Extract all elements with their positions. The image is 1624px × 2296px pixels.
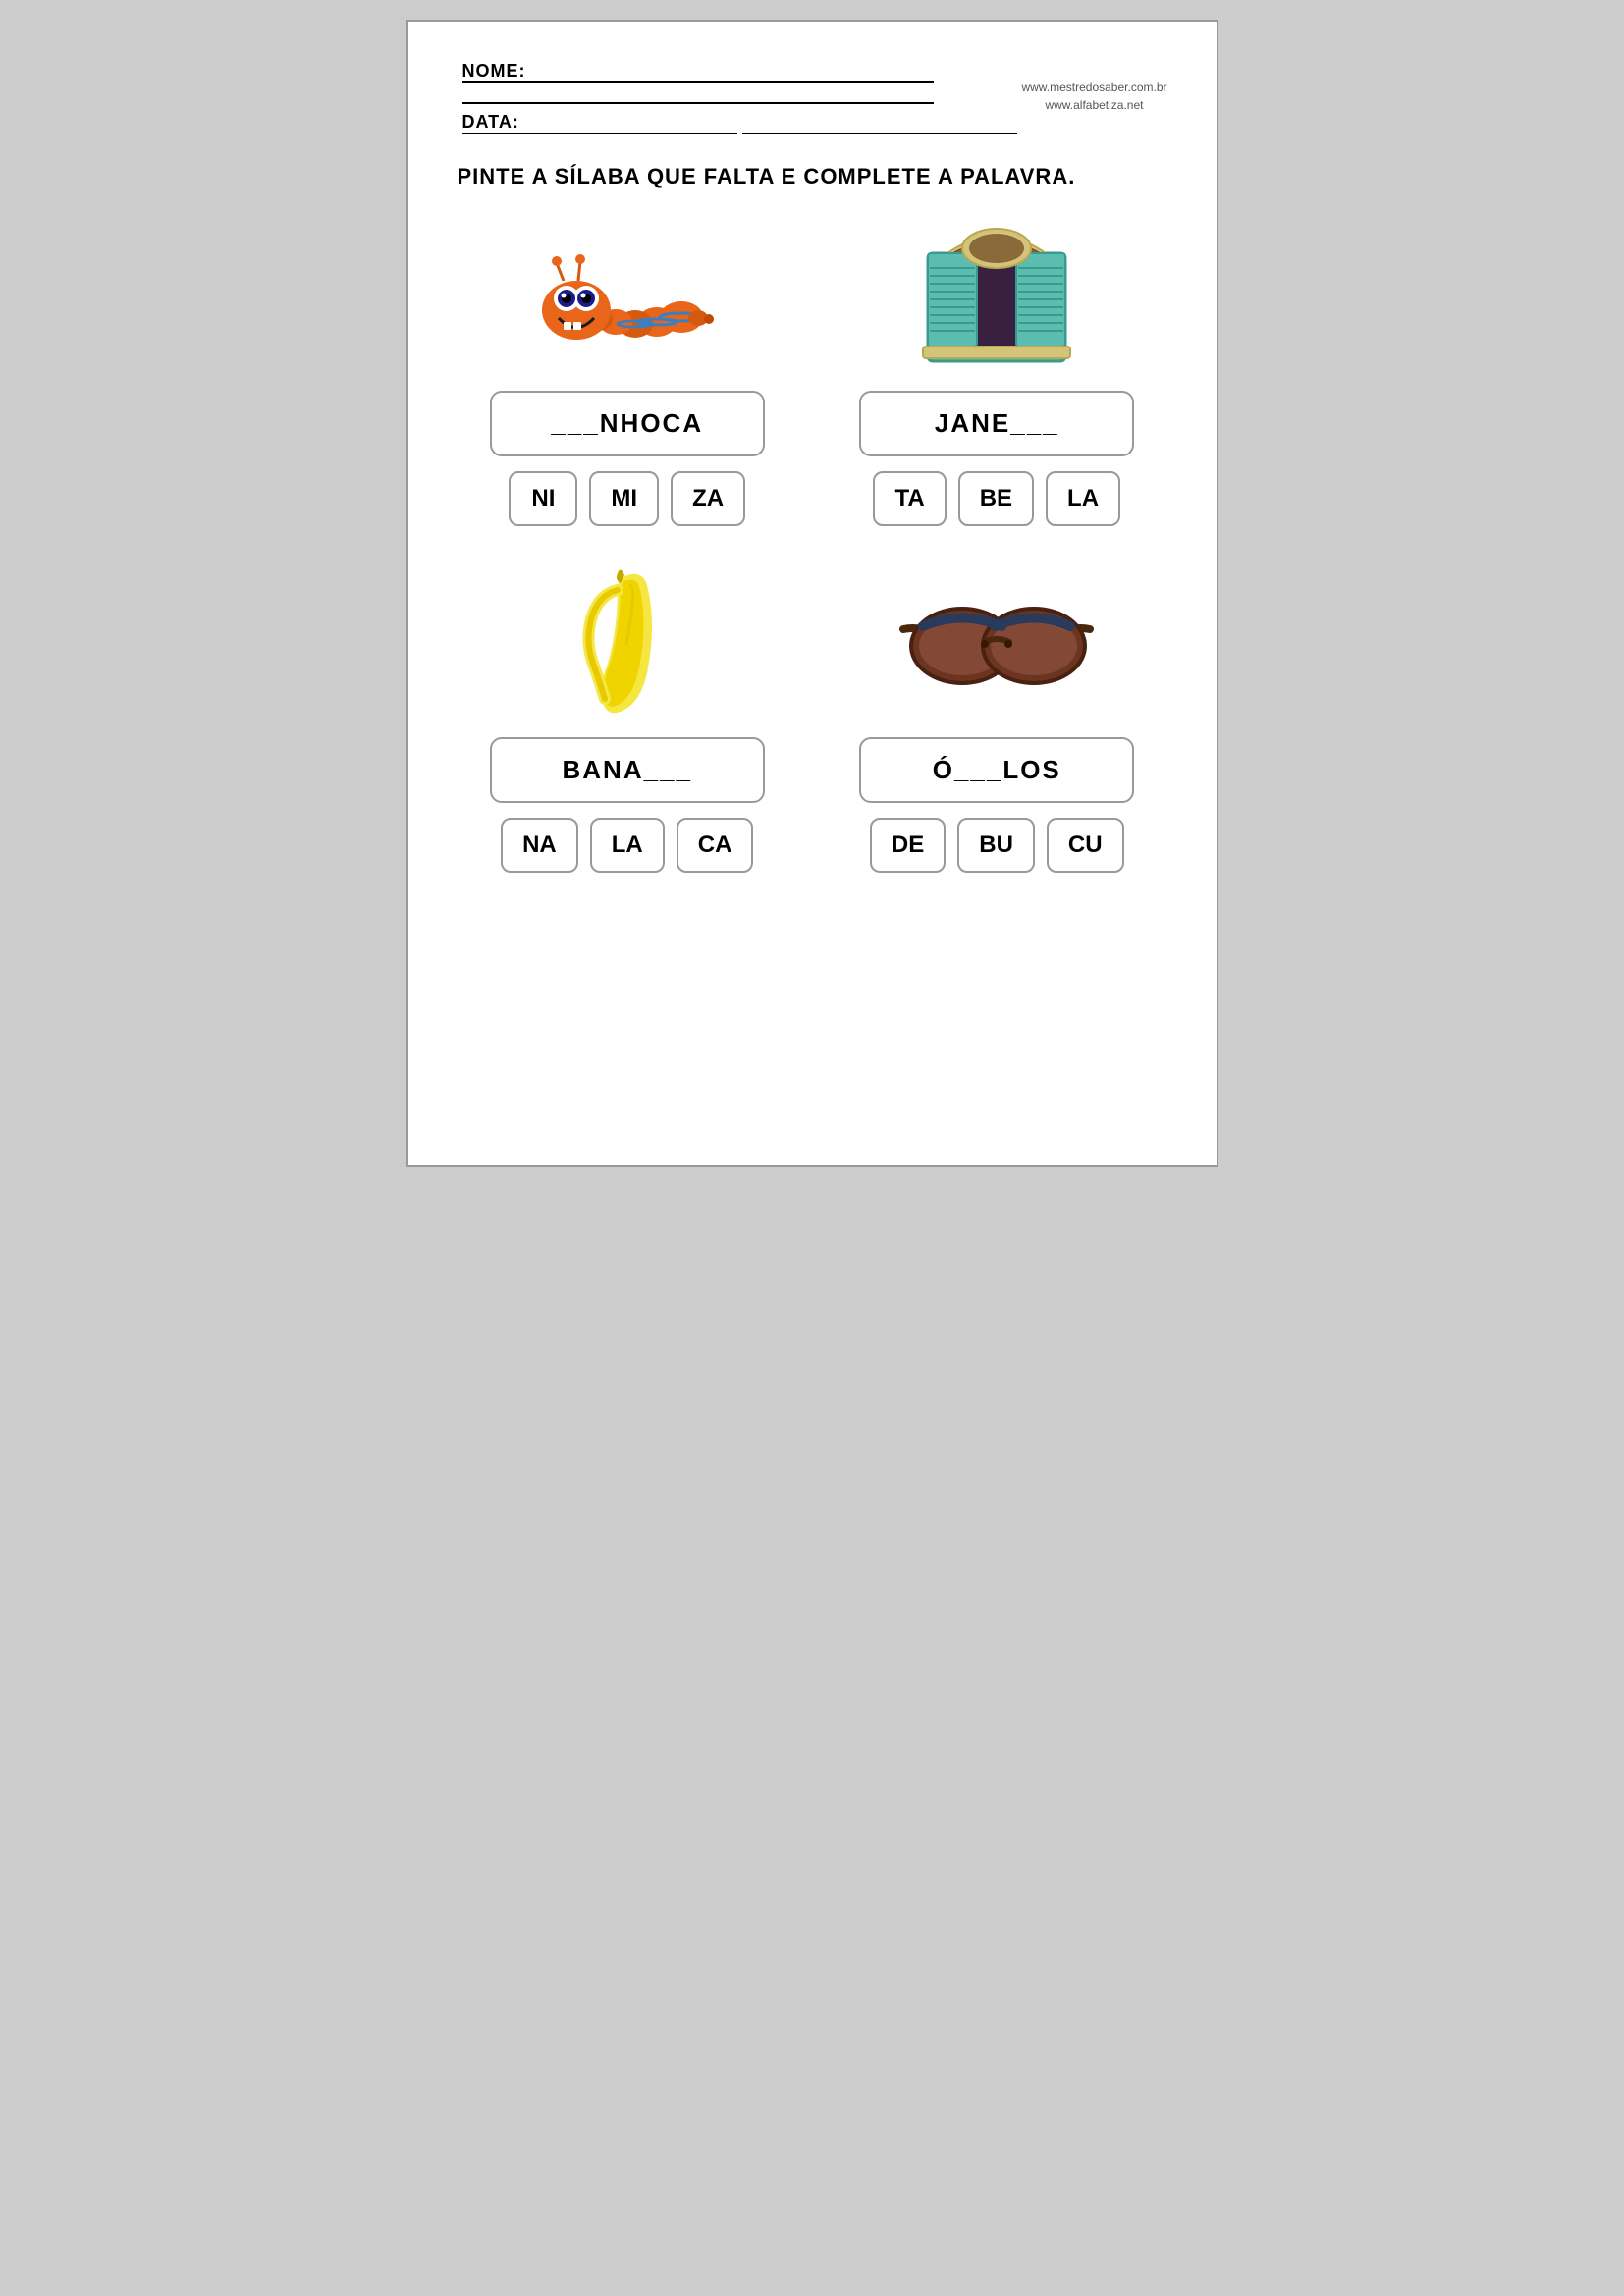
data-line: DATA: (458, 112, 1167, 134)
exercise-row-1: ___NHOCA NI MI ZA (458, 219, 1167, 526)
syllable-BE[interactable]: BE (958, 471, 1034, 526)
worm-image (529, 224, 726, 371)
website1: www.mestredosaber.com.br (1021, 79, 1166, 96)
syllable-NA[interactable]: NA (501, 818, 578, 873)
window-syllables-row: TA BE LA (873, 471, 1120, 526)
syllable-CU[interactable]: CU (1047, 818, 1124, 873)
main-title: PINTE A SÍLABA QUE FALTA E COMPLETE A PA… (458, 164, 1167, 189)
syllable-LA[interactable]: LA (1046, 471, 1120, 526)
window-word-box: JANE___ (859, 391, 1134, 456)
exercise-glasses: Ó___LOS DE BU CU (827, 565, 1167, 873)
worm-word: ___NHOCA (551, 408, 703, 438)
exercise-worm: ___NHOCA NI MI ZA (458, 219, 798, 526)
data-underline (742, 133, 1017, 134)
syllable-DE[interactable]: DE (870, 818, 946, 873)
banana-syllables-row: NA LA CA (501, 818, 753, 873)
glasses-word: Ó___LOS (933, 755, 1061, 784)
website2: www.alfabetiza.net (1021, 96, 1166, 114)
exercise-window: JANE___ TA BE LA (827, 219, 1167, 526)
nome-label: NOME: (462, 61, 934, 83)
syllable-CA[interactable]: CA (677, 818, 754, 873)
glasses-word-box: Ó___LOS (859, 737, 1134, 803)
exercise-banana: BANA___ NA LA CA (458, 565, 798, 873)
data-label: DATA: (462, 112, 737, 134)
glasses-syllables-row: DE BU CU (870, 818, 1124, 873)
syllable-TA[interactable]: TA (873, 471, 946, 526)
banana-word: BANA___ (563, 755, 693, 784)
window-word: JANE___ (935, 408, 1059, 438)
syllable-LA[interactable]: LA (590, 818, 665, 873)
syllable-MI[interactable]: MI (589, 471, 659, 526)
worm-word-box: ___NHOCA (490, 391, 765, 456)
worm-syllables-row: NI MI ZA (509, 471, 745, 526)
worm-image-area (529, 219, 726, 376)
exercises-container: ___NHOCA NI MI ZA (458, 219, 1167, 873)
nome-underline (462, 102, 934, 104)
window-image-area (898, 219, 1095, 376)
banana-word-box: BANA___ (490, 737, 765, 803)
glasses-image (898, 585, 1095, 703)
banana-image (554, 565, 701, 722)
syllable-ZA[interactable]: ZA (671, 471, 745, 526)
banana-image-area (529, 565, 726, 722)
window-image (918, 224, 1075, 371)
website-info: www.mestredosaber.com.br www.alfabetiza.… (1021, 79, 1166, 114)
syllable-BU[interactable]: BU (957, 818, 1035, 873)
exercise-row-2: BANA___ NA LA CA (458, 565, 1167, 873)
syllable-NI[interactable]: NI (509, 471, 577, 526)
glasses-image-area (898, 565, 1095, 722)
worksheet-page: NOME: DATA: www.mestredosaber.com.br www… (406, 20, 1218, 1167)
